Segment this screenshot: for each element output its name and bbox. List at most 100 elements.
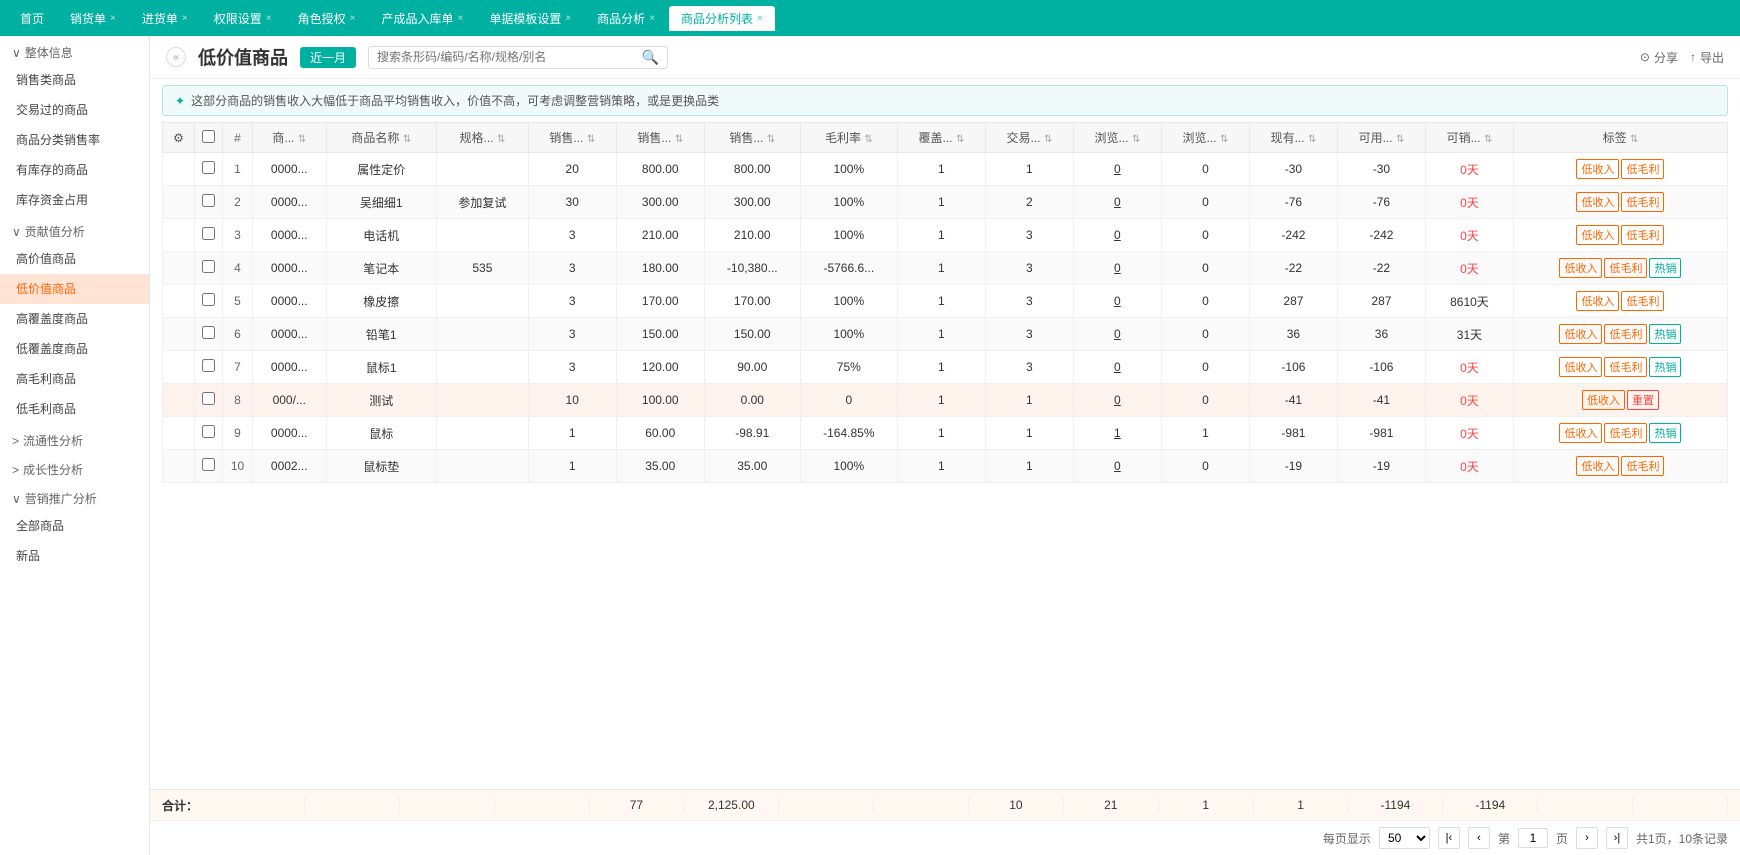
view1-link[interactable]: 0 (1114, 228, 1121, 242)
cell-view1[interactable]: 0 (1073, 318, 1161, 351)
cell-view1[interactable]: 0 (1073, 450, 1161, 483)
col-spec[interactable]: 规格... ⇅ (437, 123, 529, 153)
view1-link[interactable]: 0 (1114, 459, 1121, 473)
row-checkbox[interactable] (202, 161, 215, 174)
share-button[interactable]: ⊙ 分享 (1640, 49, 1678, 66)
col-available[interactable]: 可用... ⇅ (1337, 123, 1425, 153)
sidebar-item-stock-products[interactable]: 有库存的商品 (0, 155, 149, 185)
cell-checkbox[interactable] (195, 351, 223, 384)
sidebar-item-low-value[interactable]: 低价值商品 (0, 274, 149, 304)
nav-product-storage-close[interactable]: × (457, 13, 463, 24)
next-page-btn[interactable]: › (1576, 827, 1598, 849)
sidebar-item-low-margin[interactable]: 低毛利商品 (0, 394, 149, 424)
col-tags[interactable]: 标签 ⇅ (1513, 123, 1727, 153)
row-checkbox[interactable] (202, 392, 215, 405)
col-sales[interactable]: 销售... ⇅ (704, 123, 800, 153)
row-checkbox[interactable] (202, 194, 215, 207)
cell-checkbox[interactable] (195, 318, 223, 351)
row-checkbox[interactable] (202, 458, 215, 471)
view1-link[interactable]: 0 (1114, 195, 1121, 209)
cell-checkbox[interactable] (195, 384, 223, 417)
sidebar-group-marketing[interactable]: ∨ 营销推广分析 (0, 482, 149, 511)
cell-checkbox[interactable] (195, 450, 223, 483)
cell-checkbox[interactable] (195, 153, 223, 186)
cell-checkbox[interactable] (195, 417, 223, 450)
cell-view1[interactable]: 0 (1073, 219, 1161, 252)
nav-product-analysis-list[interactable]: 商品分析列表 × (669, 6, 775, 31)
nav-product-analysis-close[interactable]: × (649, 13, 655, 24)
nav-template-settings[interactable]: 单据模板设置 × (477, 6, 583, 31)
col-trade[interactable]: 交易... ⇅ (985, 123, 1073, 153)
col-settings[interactable]: ⚙ (163, 123, 195, 153)
sidebar-item-category-sales[interactable]: 商品分类销售率 (0, 125, 149, 155)
col-view1[interactable]: 浏览... ⇅ (1073, 123, 1161, 153)
cell-view1[interactable]: 0 (1073, 186, 1161, 219)
nav-template-settings-close[interactable]: × (565, 13, 571, 24)
col-price[interactable]: 销售... ⇅ (616, 123, 704, 153)
nav-permissions-close[interactable]: × (266, 13, 272, 24)
cell-view1[interactable]: 0 (1073, 384, 1161, 417)
nav-home[interactable]: 首页 (8, 6, 56, 31)
page-number-input[interactable] (1518, 828, 1548, 848)
last-page-btn[interactable]: ›| (1606, 827, 1628, 849)
sidebar-group-growth[interactable]: > 成长性分析 (0, 453, 149, 482)
row-checkbox[interactable] (202, 293, 215, 306)
nav-permissions[interactable]: 权限设置 × (202, 6, 284, 31)
sidebar-group-contribution[interactable]: ∨ 贡献值分析 (0, 215, 149, 244)
row-checkbox[interactable] (202, 260, 215, 273)
col-saleable[interactable]: 可销... ⇅ (1425, 123, 1513, 153)
page-size-select[interactable]: 50 100 200 (1379, 827, 1430, 849)
first-page-btn[interactable]: |‹ (1438, 827, 1460, 849)
select-all-checkbox[interactable] (202, 130, 215, 143)
nav-purchase-order-close[interactable]: × (182, 13, 188, 24)
row-checkbox[interactable] (202, 326, 215, 339)
cell-checkbox[interactable] (195, 219, 223, 252)
col-qty[interactable]: 销售... ⇅ (528, 123, 616, 153)
sidebar-item-high-value[interactable]: 高价值商品 (0, 244, 149, 274)
col-coverage[interactable]: 覆盖... ⇅ (897, 123, 985, 153)
nav-product-analysis-list-close[interactable]: × (757, 13, 763, 24)
sidebar-item-all-products[interactable]: 全部商品 (0, 511, 149, 541)
nav-sales-order-close[interactable]: × (110, 13, 116, 24)
sidebar-item-sales-products[interactable]: 销售类商品 (0, 65, 149, 95)
row-checkbox[interactable] (202, 227, 215, 240)
search-icon[interactable]: 🔍 (642, 49, 659, 66)
cell-checkbox[interactable] (195, 285, 223, 318)
sidebar-item-high-margin[interactable]: 高毛利商品 (0, 364, 149, 394)
col-code[interactable]: 商... ⇅ (253, 123, 327, 153)
export-button[interactable]: ↑ 导出 (1690, 49, 1724, 66)
view1-link[interactable]: 0 (1114, 393, 1121, 407)
cell-checkbox[interactable] (195, 186, 223, 219)
nav-sales-order[interactable]: 销货单 × (58, 6, 128, 31)
sidebar-group-circulation[interactable]: > 流通性分析 (0, 424, 149, 453)
view1-link[interactable]: 0 (1114, 327, 1121, 341)
sidebar-item-new-products[interactable]: 新品 (0, 541, 149, 571)
time-filter-button[interactable]: 近一月 (300, 47, 356, 68)
cell-view1[interactable]: 0 (1073, 285, 1161, 318)
cell-view1[interactable]: 1 (1073, 417, 1161, 450)
sidebar-group-overall[interactable]: ∨ 整体信息 (0, 36, 149, 65)
sidebar-item-stock-capital[interactable]: 库存资金占用 (0, 185, 149, 215)
nav-purchase-order[interactable]: 进货单 × (130, 6, 200, 31)
row-checkbox[interactable] (202, 425, 215, 438)
view1-link[interactable]: 0 (1114, 294, 1121, 308)
row-checkbox[interactable] (202, 359, 215, 372)
col-view2[interactable]: 浏览... ⇅ (1161, 123, 1249, 153)
sidebar-item-low-coverage[interactable]: 低覆盖度商品 (0, 334, 149, 364)
nav-role-auth-close[interactable]: × (350, 13, 356, 24)
col-checkbox[interactable] (195, 123, 223, 153)
col-margin[interactable]: 毛利率 ⇅ (800, 123, 897, 153)
search-input[interactable] (377, 50, 642, 64)
cell-view1[interactable]: 0 (1073, 351, 1161, 384)
sidebar-item-high-coverage[interactable]: 高覆盖度商品 (0, 304, 149, 334)
prev-page-btn[interactable]: ‹ (1468, 827, 1490, 849)
sidebar-collapse-btn[interactable]: « (166, 47, 186, 67)
view1-link[interactable]: 1 (1114, 426, 1121, 440)
sidebar-item-traded-products[interactable]: 交易过的商品 (0, 95, 149, 125)
view1-link[interactable]: 0 (1114, 261, 1121, 275)
view1-link[interactable]: 0 (1114, 162, 1121, 176)
col-current[interactable]: 现有... ⇅ (1249, 123, 1337, 153)
table-area[interactable]: ⚙ # 商... ⇅ 商品名称 ⇅ 规格... ⇅ 销售... ⇅ 销售... … (162, 122, 1728, 789)
view1-link[interactable]: 0 (1114, 360, 1121, 374)
cell-view1[interactable]: 0 (1073, 252, 1161, 285)
